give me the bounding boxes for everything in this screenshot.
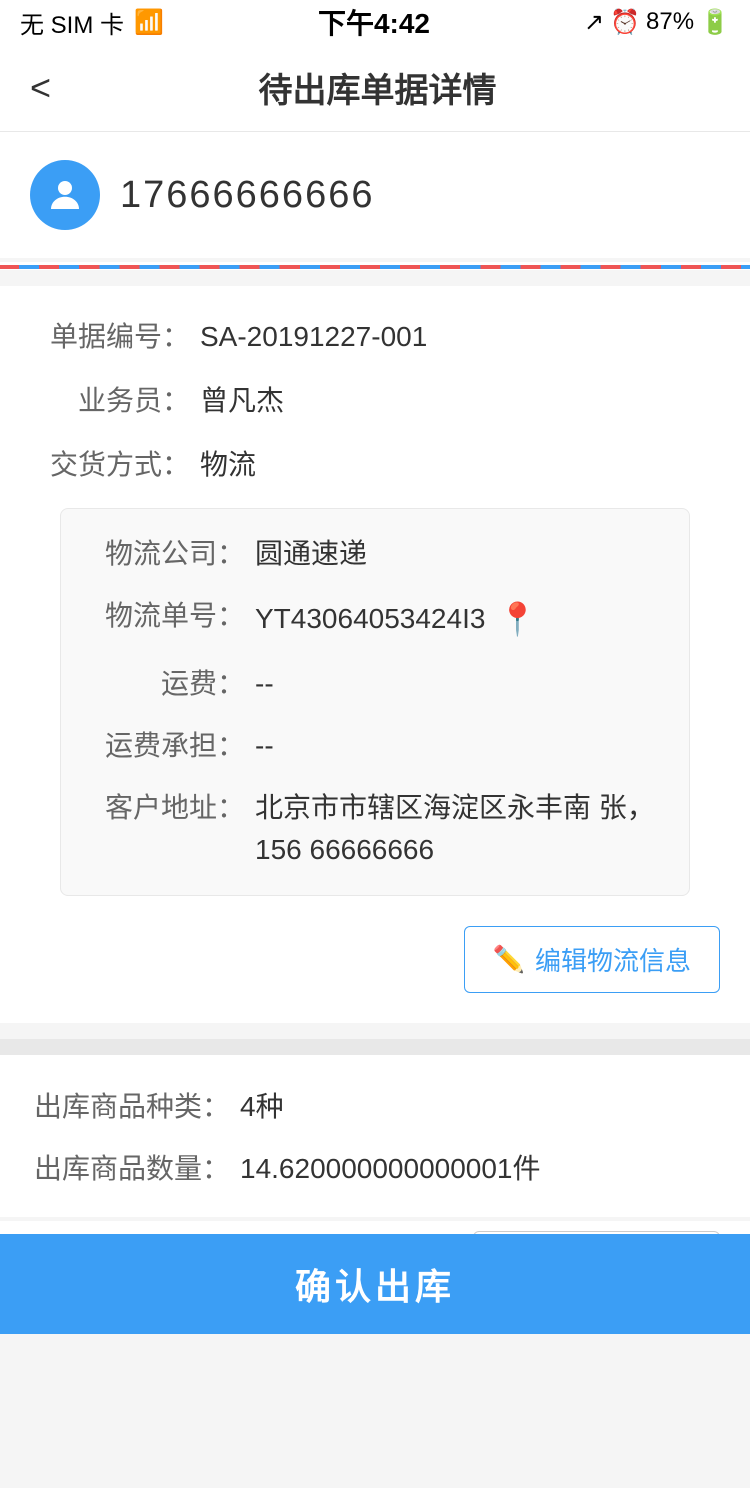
user-section: 17666666666 (0, 132, 750, 258)
logistics-address-label: 客户地址： (85, 787, 245, 829)
order-info-section: 单据编号： SA-20191227-001 业务员： 曾凡杰 交货方式： 物流 … (0, 286, 750, 1023)
goods-types-value: 4种 (230, 1085, 284, 1125)
logistics-freight-label: 运费： (85, 663, 245, 705)
logistics-company-value: 圆通速递 (245, 533, 665, 575)
status-time: 下午4:42 (318, 2, 430, 42)
logistics-card: 物流公司： 圆通速递 物流单号： YT43064053424I3 📍 运费： -… (60, 508, 690, 896)
sales-person-label: 业务员： (30, 380, 190, 422)
confirm-bar[interactable]: 确认出库 (0, 1234, 750, 1334)
back-button[interactable]: < (30, 67, 51, 109)
document-no-row: 单据编号： SA-20191227-001 (30, 316, 720, 358)
location-status-icon: ↗ (584, 8, 604, 37)
edit-btn-row: ✏️ 编辑物流信息 (30, 916, 720, 993)
logistics-company-label: 物流公司： (85, 533, 245, 575)
tracking-number-text: YT43064053424I3 (255, 598, 485, 640)
logistics-tracking-value: YT43064053424I3 📍 (245, 595, 665, 643)
map-pin-icon[interactable]: 📍 (497, 595, 537, 643)
confirm-btn-label: 确认出库 (295, 1258, 455, 1310)
status-right: ↗ ⏰ 87% 🔋 (584, 8, 730, 37)
document-no-label: 单据编号： (30, 316, 190, 358)
goods-section: 出库商品种类： 4种 出库商品数量： 14.620000000000001件 (0, 1055, 750, 1217)
status-left: 无 SIM 卡 📶 (20, 5, 164, 40)
delivery-method-value: 物流 (190, 444, 720, 486)
carrier-text: 无 SIM 卡 (20, 5, 124, 40)
logistics-address-value: 北京市市辖区海淀区永丰南 张，156 66666666 (245, 787, 665, 871)
document-no-value: SA-20191227-001 (190, 316, 720, 358)
delivery-method-label: 交货方式： (30, 444, 190, 486)
dashed-divider (0, 262, 750, 270)
goods-quantity-label: 出库商品数量： (30, 1147, 230, 1187)
sales-person-row: 业务员： 曾凡杰 (30, 380, 720, 422)
logistics-freight-bearer-label: 运费承担： (85, 725, 245, 767)
logistics-freight-value: -- (245, 663, 665, 705)
page-title: 待出库单据详情 (71, 63, 684, 112)
section-divider (0, 1039, 750, 1055)
alarm-icon: ⏰ (610, 8, 640, 37)
nav-bar: < 待出库单据详情 (0, 44, 750, 132)
status-bar: 无 SIM 卡 📶 下午4:42 ↗ ⏰ 87% 🔋 (0, 0, 750, 44)
goods-types-label: 出库商品种类： (30, 1085, 230, 1125)
user-avatar-icon (44, 174, 86, 216)
user-phone: 17666666666 (120, 174, 374, 217)
logistics-freight-bearer-value: -- (245, 725, 665, 767)
wifi-icon: 📶 (134, 8, 164, 37)
edit-icon: ✏️ (493, 944, 525, 975)
logistics-freight-bearer-row: 运费承担： -- (85, 725, 665, 767)
battery-text: 87% (646, 8, 694, 36)
edit-logistics-button[interactable]: ✏️ 编辑物流信息 (464, 926, 720, 993)
goods-types-row: 出库商品种类： 4种 (30, 1085, 720, 1125)
avatar (30, 160, 100, 230)
content-spacer (0, 1328, 750, 1488)
sales-person-value: 曾凡杰 (190, 380, 720, 422)
logistics-company-row: 物流公司： 圆通速递 (85, 533, 665, 575)
logistics-tracking-row: 物流单号： YT43064053424I3 📍 (85, 595, 665, 643)
logistics-address-row: 客户地址： 北京市市辖区海淀区永丰南 张，156 66666666 (85, 787, 665, 871)
logistics-freight-row: 运费： -- (85, 663, 665, 705)
delivery-method-row: 交货方式： 物流 (30, 444, 720, 486)
edit-btn-label: 编辑物流信息 (535, 941, 691, 978)
goods-quantity-row: 出库商品数量： 14.620000000000001件 (30, 1147, 720, 1187)
logistics-tracking-label: 物流单号： (85, 595, 245, 637)
goods-quantity-value: 14.620000000000001件 (230, 1147, 541, 1187)
battery-icon: 🔋 (700, 8, 730, 37)
